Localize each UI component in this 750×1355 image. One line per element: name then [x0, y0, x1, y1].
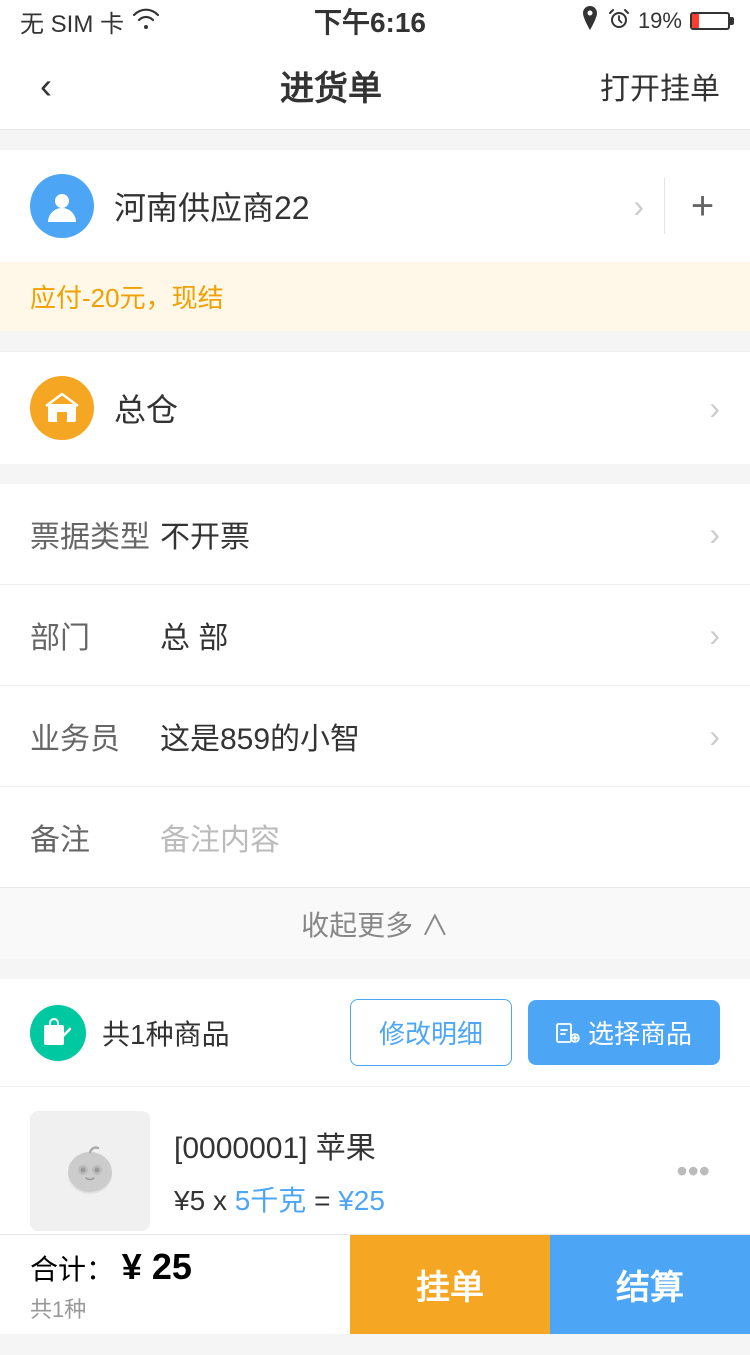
- remark-label: 备注: [30, 815, 160, 859]
- page-title: 进货单: [280, 61, 382, 110]
- supplier-name: 河南供应商22: [114, 183, 633, 229]
- open-hang-button[interactable]: 打开挂单: [600, 64, 720, 108]
- sep-4: [0, 959, 750, 979]
- product-item: [0000001] 苹果 ¥5 x 5千克 = ¥25 •••: [0, 1086, 750, 1255]
- product-info: [0000001] 苹果 ¥5 x 5千克 = ¥25: [174, 1123, 642, 1219]
- product-name: [0000001] 苹果: [174, 1123, 642, 1167]
- status-bar: 无 SIM 卡 下午6:16 19%: [0, 0, 750, 42]
- supplier-row[interactable]: 河南供应商22 › +: [0, 150, 750, 262]
- product-code: [0000001]: [174, 1132, 316, 1165]
- price-eq: =: [314, 1185, 338, 1216]
- supplier-chevron-icon: ›: [633, 188, 644, 225]
- total-section: 合计： ¥ 25 共1种: [0, 1235, 350, 1334]
- dept-value: 总 部: [160, 613, 709, 657]
- status-right: 19%: [580, 6, 730, 36]
- total-sub-label: 共1种: [30, 1292, 320, 1324]
- product-price-line: ¥5 x 5千克 = ¥25: [174, 1179, 642, 1219]
- sales-value: 这是859的小智: [160, 714, 709, 758]
- sales-row[interactable]: 业务员 这是859的小智 ›: [0, 686, 750, 787]
- product-count: 共1种商品: [102, 1013, 334, 1053]
- collapse-bar[interactable]: 收起更多 ∧: [0, 887, 750, 959]
- collapse-label: 收起更多 ∧: [301, 904, 449, 944]
- sep-2: [0, 331, 750, 351]
- invoice-row[interactable]: 票据类型 不开票 ›: [0, 484, 750, 585]
- checkout-button[interactable]: 结算: [550, 1235, 750, 1334]
- modify-detail-button[interactable]: 修改明细: [350, 999, 512, 1066]
- products-header: 共1种商品 修改明细 选择商品: [0, 979, 750, 1086]
- warehouse-name: 总仓: [114, 385, 709, 431]
- invoice-label: 票据类型: [30, 512, 160, 556]
- sep-1: [0, 130, 750, 150]
- sep-3: [0, 464, 750, 484]
- supplier-avatar: [30, 174, 94, 238]
- sales-chevron-icon: ›: [709, 718, 720, 755]
- invoice-value: 不开票: [160, 512, 709, 556]
- sales-label: 业务员: [30, 714, 160, 758]
- supplier-notice: 应付-20元，现结: [0, 262, 750, 331]
- total-label: 合计：: [30, 1254, 114, 1285]
- dept-row[interactable]: 部门 总 部 ›: [0, 585, 750, 686]
- invoice-chevron-icon: ›: [709, 516, 720, 553]
- status-time: 下午6:16: [314, 1, 426, 41]
- status-left: 无 SIM 卡: [20, 4, 160, 39]
- wifi-icon: [132, 7, 160, 36]
- back-button[interactable]: ‹: [30, 55, 62, 117]
- add-supplier-button[interactable]: +: [664, 178, 720, 234]
- battery-icon: [690, 12, 730, 30]
- nav-bar: ‹ 进货单 打开挂单: [0, 42, 750, 130]
- battery-text: 19%: [638, 8, 682, 34]
- price-x: x: [213, 1185, 235, 1216]
- remark-input[interactable]: 备注内容: [160, 815, 720, 859]
- main-content: 河南供应商22 › + 应付-20元，现结 总仓 › 票据类型 不开票 › 部门: [0, 130, 750, 1355]
- warehouse-chevron-icon: ›: [709, 390, 720, 427]
- carrier-text: 无 SIM 卡: [20, 4, 124, 39]
- products-icon-wrap: [30, 1005, 86, 1061]
- form-section: 票据类型 不开票 › 部门 总 部 › 业务员 这是859的小智 › 备注 备注…: [0, 484, 750, 887]
- product-unit-price: ¥5: [174, 1185, 205, 1216]
- product-thumbnail: [30, 1111, 150, 1231]
- alarm-icon: [608, 7, 630, 35]
- dept-label: 部门: [30, 613, 160, 657]
- total-amount: ¥ 25: [122, 1246, 192, 1287]
- warehouse-icon-wrap: [30, 376, 94, 440]
- supplier-section: 河南供应商22 › + 应付-20元，现结: [0, 150, 750, 331]
- bottom-bar: 合计： ¥ 25 共1种 挂单 结算: [0, 1234, 750, 1334]
- select-product-button[interactable]: 选择商品: [528, 1000, 720, 1065]
- hang-button[interactable]: 挂单: [350, 1235, 550, 1334]
- product-more-button[interactable]: •••: [666, 1143, 720, 1200]
- location-icon: [580, 6, 600, 36]
- total-line: 合计： ¥ 25: [30, 1246, 320, 1288]
- product-qty: 5千克: [235, 1185, 307, 1216]
- select-product-label: 选择商品: [588, 1014, 692, 1051]
- product-total: ¥25: [338, 1185, 385, 1216]
- dept-chevron-icon: ›: [709, 617, 720, 654]
- remark-row[interactable]: 备注 备注内容: [0, 787, 750, 887]
- warehouse-row[interactable]: 总仓 ›: [0, 351, 750, 464]
